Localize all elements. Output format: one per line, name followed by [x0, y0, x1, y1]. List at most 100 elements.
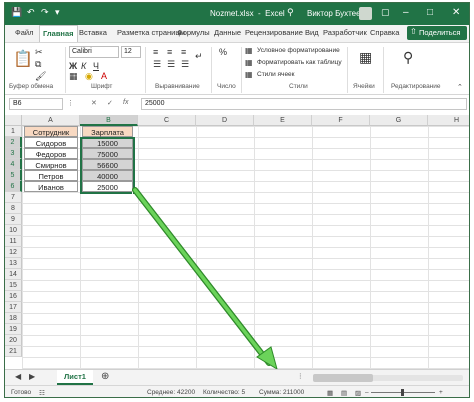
maximize-button[interactable]: □	[427, 7, 433, 18]
share-button[interactable]: ⇧ Поделиться	[407, 26, 467, 40]
table-cell[interactable]: Федоров	[24, 148, 78, 159]
horizontal-scroll-thumb[interactable]	[313, 374, 373, 382]
column-header[interactable]: B	[80, 115, 138, 126]
close-button[interactable]: ✕	[452, 7, 460, 18]
conditional-formatting-button[interactable]: Условное форматирование	[257, 47, 340, 54]
align-left-icon[interactable]: ☰	[153, 59, 161, 70]
page-layout-view-icon[interactable]: ▤	[341, 389, 347, 397]
page-break-view-icon[interactable]: ▨	[355, 389, 361, 397]
header-cell[interactable]: Сотрудник	[24, 126, 78, 137]
avatar[interactable]	[359, 7, 372, 20]
column-header[interactable]: A	[22, 115, 80, 126]
row-header[interactable]: 8	[5, 203, 22, 214]
row-header[interactable]: 14	[5, 269, 22, 280]
select-all-corner[interactable]	[5, 115, 22, 126]
row-header[interactable]: 4	[5, 159, 22, 170]
tab-view[interactable]: Вид	[305, 28, 319, 37]
column-header[interactable]: D	[196, 115, 254, 126]
tab-review[interactable]: Рецензирование	[245, 28, 303, 37]
underline-icon[interactable]: Ч	[93, 61, 99, 71]
borders-icon[interactable]: ▦	[69, 71, 78, 82]
row-header[interactable]: 21	[5, 346, 22, 357]
name-box[interactable]: B6	[9, 98, 63, 110]
fill-handle[interactable]	[132, 191, 136, 195]
column-header[interactable]: C	[138, 115, 196, 126]
table-cell[interactable]: Смирнов	[24, 159, 78, 170]
italic-icon[interactable]: К	[81, 61, 86, 71]
normal-view-icon[interactable]: ▦	[327, 389, 333, 397]
font-color-icon[interactable]: A	[101, 71, 107, 81]
column-header[interactable]: H	[428, 115, 469, 126]
clipboard-paste-icon[interactable]: 📋	[13, 49, 33, 69]
next-sheet-icon[interactable]: ▶	[29, 372, 35, 381]
number-format-icon[interactable]: %	[219, 47, 227, 57]
align-center-icon[interactable]: ☰	[167, 59, 175, 70]
row-header[interactable]: 1	[5, 126, 22, 137]
accessibility-icon[interactable]: ☷	[39, 389, 45, 397]
row-header[interactable]: 19	[5, 324, 22, 335]
row-header[interactable]: 20	[5, 335, 22, 346]
row-header[interactable]: 11	[5, 236, 22, 247]
tab-help[interactable]: Справка	[370, 28, 399, 37]
tab-data[interactable]: Данные	[214, 28, 241, 37]
row-header[interactable]: 5	[5, 170, 22, 181]
table-cell[interactable]: Сидоров	[24, 137, 78, 148]
undo-icon[interactable]: ↶	[27, 7, 35, 18]
tab-home[interactable]: Главная	[39, 25, 78, 42]
row-header[interactable]: 17	[5, 302, 22, 313]
row-header[interactable]: 3	[5, 148, 22, 159]
ribbon-display-icon[interactable]: ▢	[381, 7, 390, 18]
row-header[interactable]: 15	[5, 280, 22, 291]
cell-styles-button[interactable]: Стили ячеек	[257, 71, 295, 78]
row-header[interactable]: 6	[5, 181, 22, 192]
align-bottom-icon[interactable]: ≡	[181, 47, 186, 57]
row-header[interactable]: 13	[5, 258, 22, 269]
table-cell[interactable]: Петров	[24, 170, 78, 181]
search-icon[interactable]: ⚲	[287, 7, 294, 18]
tab-file[interactable]: Файл	[15, 28, 33, 37]
row-header[interactable]: 2	[5, 137, 22, 148]
row-header[interactable]: 18	[5, 313, 22, 324]
column-header[interactable]: F	[312, 115, 370, 126]
save-icon[interactable]: 💾	[11, 7, 22, 18]
cells-icon[interactable]: ▦	[359, 49, 372, 66]
format-painter-icon[interactable]: 🖌	[35, 71, 46, 82]
zoom-slider-knob[interactable]	[401, 389, 404, 396]
align-middle-icon[interactable]: ≡	[167, 47, 172, 57]
align-top-icon[interactable]: ≡	[153, 47, 158, 57]
plus-icon[interactable]: ⊕	[101, 371, 109, 382]
cancel-icon[interactable]: ✕	[91, 99, 97, 107]
cut-icon[interactable]: ✂	[35, 47, 43, 58]
row-header[interactable]: 10	[5, 225, 22, 236]
zoom-in-icon[interactable]: +	[439, 389, 443, 396]
bold-icon[interactable]: Ж	[69, 61, 77, 71]
redo-icon[interactable]: ↷	[41, 7, 49, 18]
user-name[interactable]: Виктор Бухтеев	[307, 9, 365, 18]
column-header[interactable]: G	[370, 115, 428, 126]
insert-function-icon[interactable]: fx	[123, 99, 128, 106]
row-header[interactable]: 16	[5, 291, 22, 302]
table-cell[interactable]: Иванов	[24, 181, 78, 192]
row-header[interactable]: 9	[5, 214, 22, 225]
sheet-tab-1[interactable]: Лист1	[57, 370, 93, 385]
row-header[interactable]: 12	[5, 247, 22, 258]
tab-insert[interactable]: Вставка	[79, 28, 107, 37]
collapse-ribbon-icon[interactable]: ⌃	[457, 83, 463, 91]
align-right-icon[interactable]: ☰	[181, 59, 189, 70]
tab-formulas[interactable]: Формулы	[177, 28, 210, 37]
format-as-table-button[interactable]: Форматировать как таблицу	[257, 59, 342, 66]
fill-color-icon[interactable]: ◉	[85, 71, 93, 82]
font-name-select[interactable]: Calibri	[69, 46, 119, 58]
header-cell[interactable]: Зарплата	[82, 126, 133, 137]
row-header[interactable]: 7	[5, 192, 22, 203]
chevron-down-icon[interactable]: ▾	[55, 7, 60, 18]
formula-input[interactable]: 25000	[141, 98, 467, 110]
font-size-select[interactable]: 12	[121, 46, 141, 58]
confirm-icon[interactable]: ✓	[107, 99, 113, 107]
find-icon[interactable]: ⚲	[403, 49, 413, 66]
copy-icon[interactable]: ⧉	[35, 59, 41, 70]
worksheet-grid[interactable]: ABCDEFGHIJ 12345678910111213141516171819…	[5, 115, 469, 369]
column-header[interactable]: E	[254, 115, 312, 126]
minimize-button[interactable]: –	[403, 7, 409, 18]
wrap-text-icon[interactable]: ↵	[195, 51, 203, 62]
